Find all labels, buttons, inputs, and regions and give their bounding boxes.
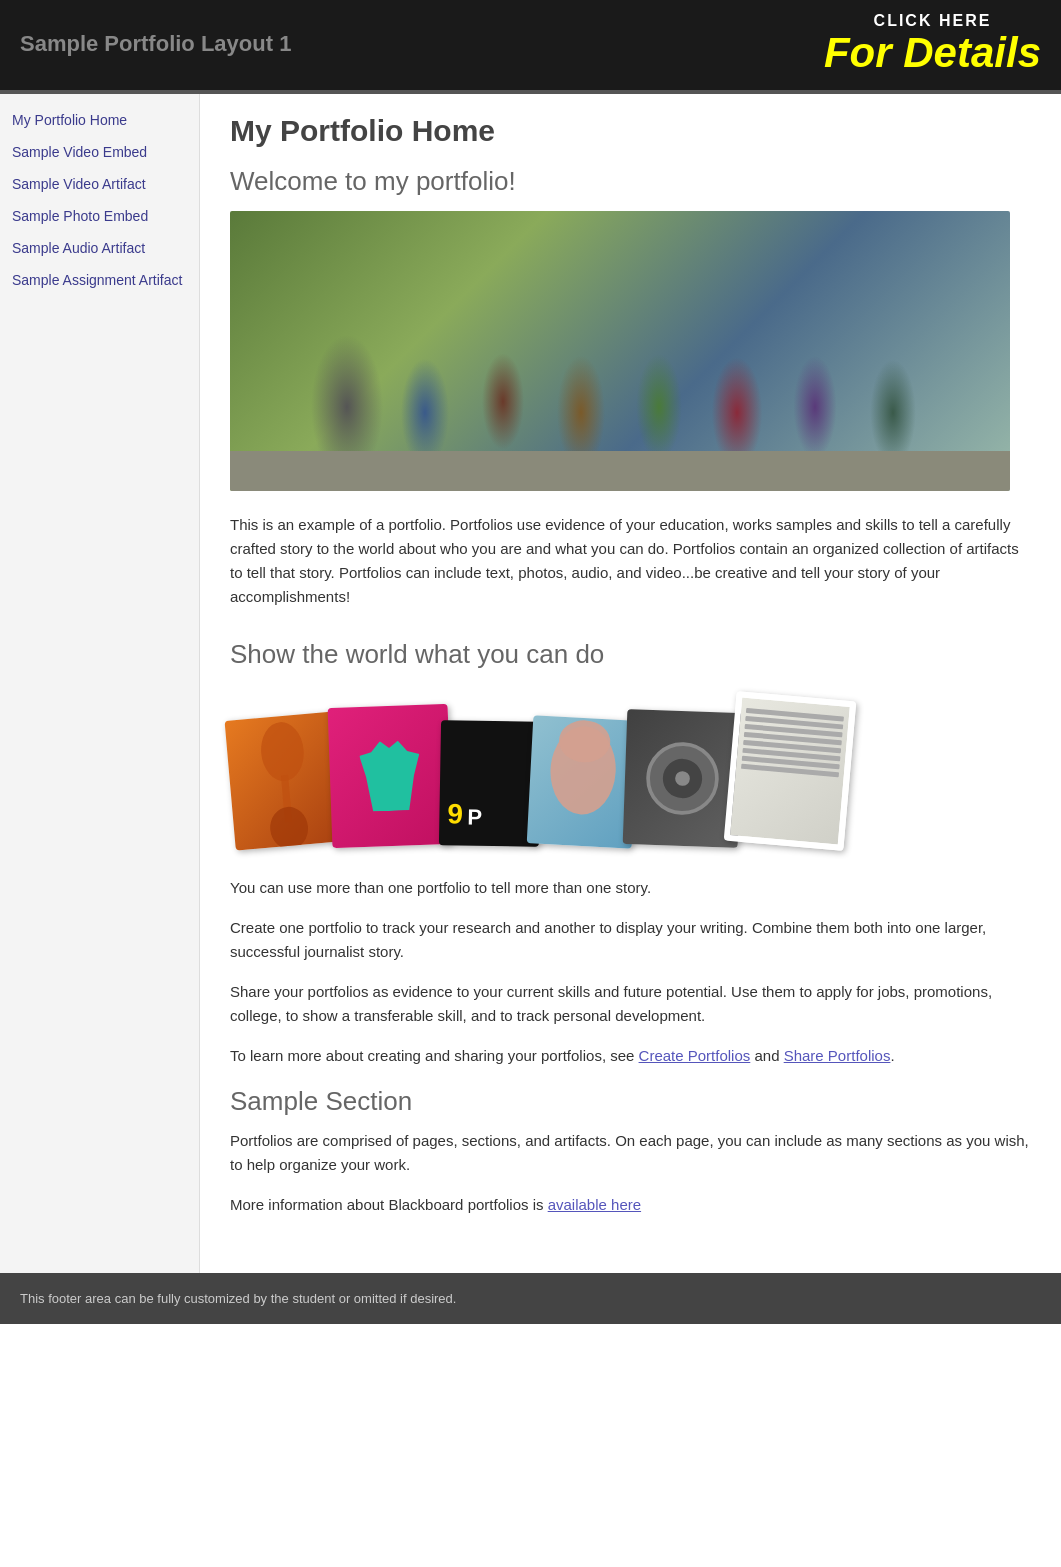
show-heading: Show the world what you can do xyxy=(230,639,1030,670)
card-p: P xyxy=(467,805,482,831)
portfolio-card-1 xyxy=(225,712,346,851)
header-title: Sample Portfolio Layout 1 xyxy=(20,31,804,57)
sidebar-item-video-embed[interactable]: Sample Video Embed xyxy=(0,136,199,168)
sidebar: My Portfolio Home Sample Video Embed Sam… xyxy=(0,94,200,1273)
para1: You can use more than one portfolio to t… xyxy=(230,876,1030,900)
para3: Share your portfolios as evidence to you… xyxy=(230,980,1030,1028)
text-block: You can use more than one portfolio to t… xyxy=(230,876,1030,1068)
footer-text: This footer area can be fully customized… xyxy=(20,1291,456,1306)
header: Sample Portfolio Layout 1 CLICK HERE For… xyxy=(0,0,1061,90)
para4-mid: and xyxy=(750,1047,783,1064)
footer: This footer area can be fully customized… xyxy=(0,1273,1061,1324)
para4: To learn more about creating and sharing… xyxy=(230,1044,1030,1068)
portfolio-images: 9 P xyxy=(230,686,1030,846)
para2: Create one portfolio to track your resea… xyxy=(230,916,1030,964)
banner-for-details: For Details xyxy=(824,30,1041,76)
sidebar-item-home[interactable]: My Portfolio Home xyxy=(0,104,199,136)
card-lines xyxy=(736,708,844,839)
description-text: This is an example of a portfolio. Portf… xyxy=(230,513,1030,609)
sidebar-item-video-artifact[interactable]: Sample Video Artifact xyxy=(0,168,199,200)
welcome-heading: Welcome to my portfolio! xyxy=(230,166,1030,197)
page-title: My Portfolio Home xyxy=(230,114,1030,148)
sample-para2: More information about Blackboard portfo… xyxy=(230,1193,1030,1217)
create-portfolios-link[interactable]: Create Portfolios xyxy=(639,1047,751,1064)
sidebar-item-photo-embed[interactable]: Sample Photo Embed xyxy=(0,200,199,232)
para4-prefix: To learn more about creating and sharing… xyxy=(230,1047,639,1064)
sample-section-heading: Sample Section xyxy=(230,1086,1030,1117)
layout: My Portfolio Home Sample Video Embed Sam… xyxy=(0,94,1061,1273)
sidebar-item-audio-artifact[interactable]: Sample Audio Artifact xyxy=(0,232,199,264)
svg-point-2 xyxy=(268,805,309,850)
portfolio-card-4 xyxy=(527,716,639,849)
svg-point-0 xyxy=(259,720,307,783)
sample-para1: Portfolios are comprised of pages, secti… xyxy=(230,1129,1030,1177)
main-content: My Portfolio Home Welcome to my portfoli… xyxy=(200,94,1060,1273)
card-nine: 9 xyxy=(447,798,463,830)
header-banner: CLICK HERE For Details xyxy=(824,12,1041,76)
hand-icon xyxy=(359,740,421,812)
sample-para2-prefix: More information about Blackboard portfo… xyxy=(230,1196,548,1213)
share-portfolios-link[interactable]: Share Portfolios xyxy=(784,1047,891,1064)
sidebar-item-assignment-artifact[interactable]: Sample Assignment Artifact xyxy=(0,264,199,296)
portfolio-card-6 xyxy=(724,691,857,851)
para4-suffix: . xyxy=(890,1047,894,1064)
portfolio-card-3: 9 P xyxy=(439,720,541,847)
hero-image xyxy=(230,211,1010,491)
available-here-link[interactable]: available here xyxy=(548,1196,641,1213)
portfolio-card-2 xyxy=(328,704,453,848)
banner-click-here: CLICK HERE xyxy=(824,12,1041,30)
